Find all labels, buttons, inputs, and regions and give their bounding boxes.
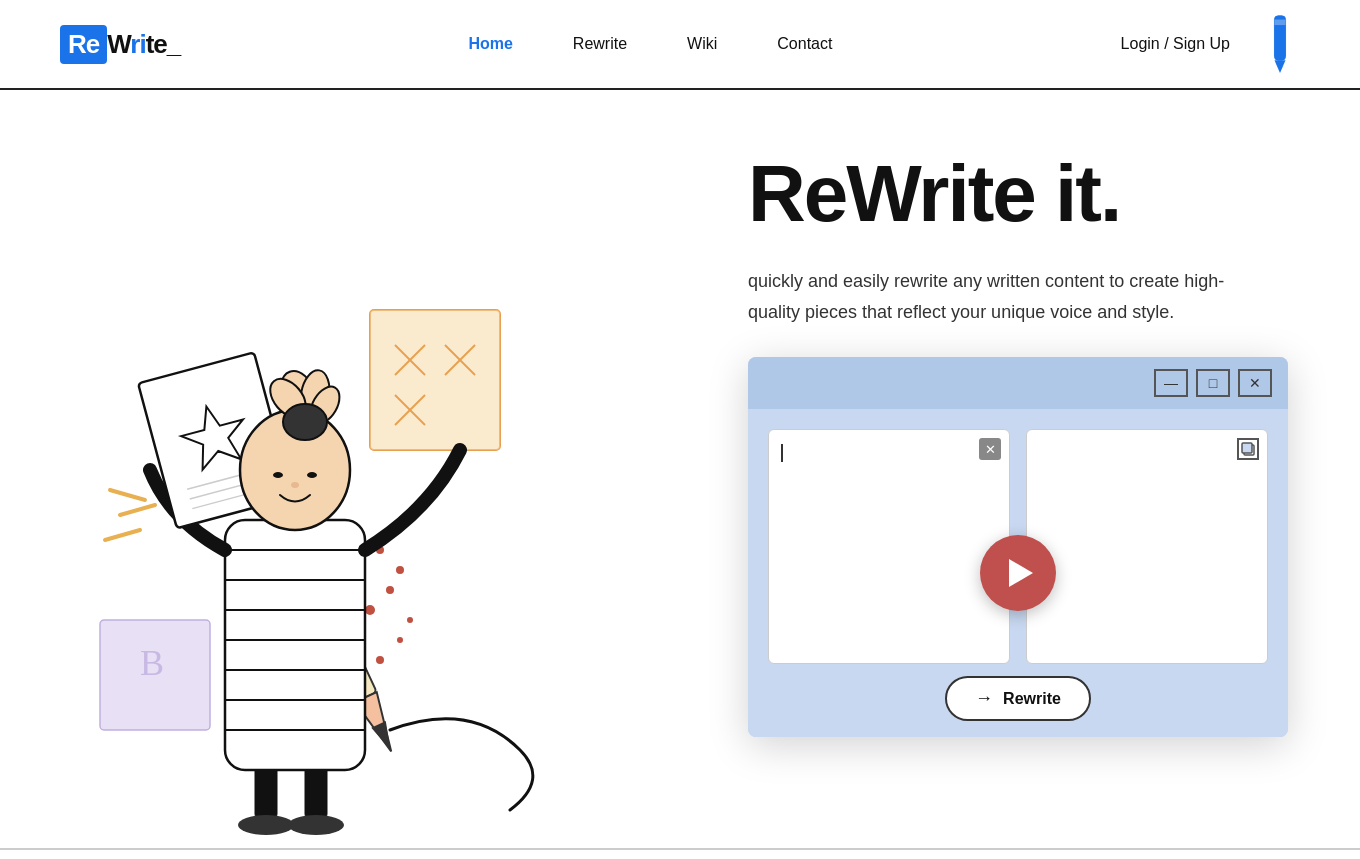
nav-link-wiki[interactable]: Wiki <box>687 35 717 52</box>
logo-write: Write_ <box>107 29 180 60</box>
nav-links: Home Rewrite Wiki Contact <box>468 35 832 53</box>
hero-right: ReWrite it. quickly and easily rewrite a… <box>748 90 1360 850</box>
nav-right: Login / Sign Up <box>1121 14 1300 74</box>
logo-re: Re <box>60 25 107 64</box>
restore-button[interactable]: □ <box>1196 369 1230 397</box>
svg-point-21 <box>407 617 413 623</box>
svg-point-33 <box>288 815 344 835</box>
svg-point-32 <box>238 815 294 835</box>
logo[interactable]: Re Write_ <box>60 25 180 64</box>
arrow-icon: → <box>975 688 993 709</box>
svg-line-13 <box>110 490 145 500</box>
play-icon <box>1009 559 1033 587</box>
nav-item-home[interactable]: Home <box>468 35 512 53</box>
svg-point-53 <box>273 472 283 478</box>
clear-button[interactable]: ✕ <box>979 438 1001 460</box>
login-link[interactable]: Login / Sign Up <box>1121 35 1230 53</box>
pen-icon <box>1260 14 1300 74</box>
hero-title: ReWrite it. <box>748 150 1300 238</box>
ground-line <box>0 848 1360 850</box>
svg-marker-1 <box>1274 60 1285 73</box>
window-body: ✕ <box>748 409 1288 737</box>
hero-subtitle: quickly and easily rewrite any written c… <box>748 266 1228 327</box>
svg-rect-2 <box>1274 20 1285 26</box>
window-titlebar: — □ ✕ <box>748 357 1288 409</box>
close-button[interactable]: ✕ <box>1238 369 1272 397</box>
svg-rect-57 <box>1242 443 1252 453</box>
nav-link-contact[interactable]: Contact <box>777 35 832 52</box>
svg-rect-6 <box>370 310 500 450</box>
svg-line-14 <box>120 505 155 515</box>
rewrite-button[interactable]: → Rewrite <box>945 676 1091 721</box>
navbar: Re Write_ Home Rewrite Wiki Contact Logi… <box>0 0 1360 90</box>
svg-point-54 <box>307 472 317 478</box>
hero-illustration: B <box>40 130 600 850</box>
svg-point-23 <box>397 637 403 643</box>
copy-button[interactable] <box>1237 438 1259 460</box>
svg-point-24 <box>376 656 384 664</box>
svg-text:B: B <box>140 643 164 683</box>
rewrite-label: Rewrite <box>1003 690 1061 708</box>
svg-point-55 <box>291 482 299 488</box>
svg-rect-34 <box>225 520 365 770</box>
svg-point-17 <box>396 566 404 574</box>
nav-item-wiki[interactable]: Wiki <box>687 35 717 53</box>
svg-point-52 <box>283 404 327 440</box>
svg-point-20 <box>365 605 375 615</box>
nav-link-home[interactable]: Home <box>468 35 512 52</box>
nav-item-contact[interactable]: Contact <box>777 35 832 53</box>
rewrite-button-wrap: → Rewrite <box>945 676 1091 721</box>
hero-left: B <box>0 90 748 850</box>
nav-link-rewrite[interactable]: Rewrite <box>573 35 627 52</box>
app-window: — □ ✕ ✕ <box>748 357 1288 737</box>
svg-point-19 <box>386 586 394 594</box>
output-panel <box>1026 429 1268 664</box>
minimize-button[interactable]: — <box>1154 369 1188 397</box>
text-cursor <box>781 444 783 462</box>
svg-line-15 <box>105 530 140 540</box>
input-panel[interactable]: ✕ <box>768 429 1010 664</box>
hero-section: B <box>0 90 1360 850</box>
nav-item-rewrite[interactable]: Rewrite <box>573 35 627 53</box>
play-button[interactable] <box>980 535 1056 611</box>
